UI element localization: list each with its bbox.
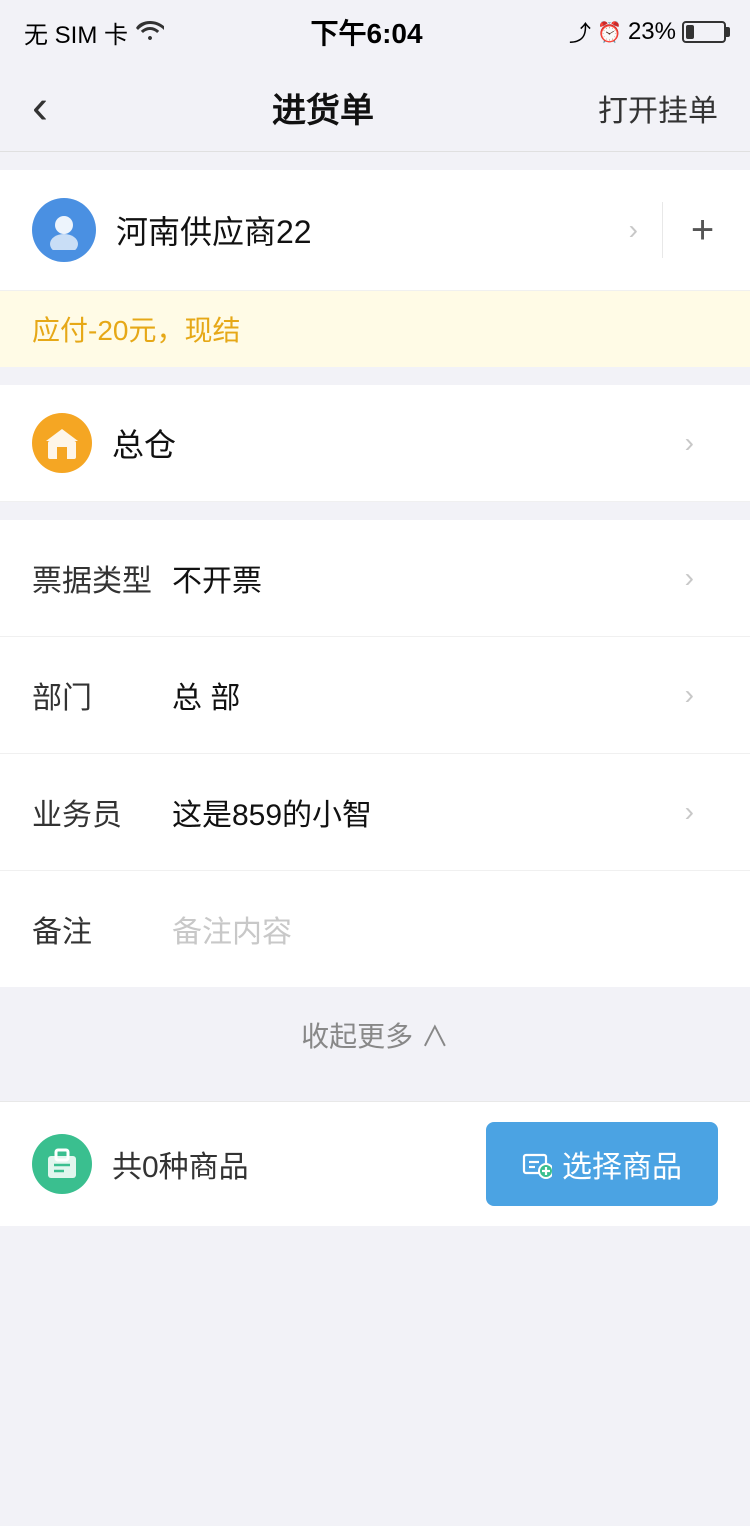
invoice-label: 票据类型	[32, 556, 172, 600]
nav-bar: ‹ 进货单 打开挂单	[0, 64, 750, 152]
supplier-chevron-icon: ›	[629, 214, 638, 246]
collapse-button[interactable]: 收起更多 ∧	[0, 987, 750, 1083]
battery-percent: 23%	[628, 18, 676, 46]
warehouse-icon	[32, 413, 92, 473]
select-product-icon	[522, 1149, 552, 1179]
warehouse-name: 总仓	[112, 420, 685, 466]
sales-label: 业务员	[32, 790, 172, 834]
back-button[interactable]: ‹	[32, 80, 48, 135]
warehouse-chevron-icon: ›	[685, 427, 694, 459]
invoice-value: 不开票	[172, 556, 685, 600]
supplier-avatar	[32, 198, 96, 262]
notice-text: 应付-20元，现结	[32, 315, 240, 346]
supplier-name: 河南供应商22	[116, 207, 629, 253]
select-product-button[interactable]: 选择商品	[486, 1122, 718, 1206]
sales-chevron-icon: ›	[685, 796, 694, 828]
location-icon: ⤴	[569, 16, 591, 48]
notice-banner: 应付-20元，现结	[0, 291, 750, 367]
status-right: ⤴ ⏰ 23%	[569, 16, 726, 48]
status-left: 无 SIM 卡	[24, 15, 164, 50]
section-gap-2	[0, 367, 750, 385]
collapse-label: 收起更多 ∧	[301, 1015, 449, 1055]
add-supplier-button[interactable]: +	[662, 202, 718, 258]
remark-row[interactable]: 备注 备注内容	[0, 871, 750, 987]
invoice-chevron-icon: ›	[685, 562, 694, 594]
alarm-icon: ⏰	[597, 20, 622, 45]
dept-row[interactable]: 部门 总 部 ›	[0, 637, 750, 754]
status-time: 下午6:04	[311, 12, 423, 52]
supplier-row[interactable]: 河南供应商22 › +	[0, 170, 750, 291]
section-gap-4	[0, 1083, 750, 1101]
form-section: 票据类型 不开票 › 部门 总 部 › 业务员 这是859的小智 › 备注 备注…	[0, 520, 750, 987]
select-product-label: 选择商品	[562, 1142, 682, 1186]
product-icon	[32, 1134, 92, 1194]
carrier-label: 无 SIM 卡	[24, 15, 128, 50]
product-count: 共0种商品	[112, 1142, 486, 1186]
dept-label: 部门	[32, 673, 172, 717]
dept-chevron-icon: ›	[685, 679, 694, 711]
bottom-bar: 共0种商品 选择商品	[0, 1101, 750, 1226]
remark-label: 备注	[32, 907, 172, 951]
battery-icon	[682, 21, 726, 43]
sales-value: 这是859的小智	[172, 790, 685, 834]
invoice-row[interactable]: 票据类型 不开票 ›	[0, 520, 750, 637]
open-pending-button[interactable]: 打开挂单	[598, 86, 718, 130]
supplier-section: 河南供应商22 › + 应付-20元，现结	[0, 170, 750, 367]
status-bar: 无 SIM 卡 下午6:04 ⤴ ⏰ 23%	[0, 0, 750, 64]
warehouse-section: 总仓 ›	[0, 385, 750, 502]
page-title: 进货单	[272, 83, 374, 132]
warehouse-row[interactable]: 总仓 ›	[0, 385, 750, 502]
dept-value: 总 部	[172, 673, 685, 717]
remark-placeholder[interactable]: 备注内容	[172, 907, 718, 951]
section-gap-1	[0, 152, 750, 170]
section-gap-3	[0, 502, 750, 520]
wifi-icon	[136, 18, 164, 46]
sales-row[interactable]: 业务员 这是859的小智 ›	[0, 754, 750, 871]
main-content-area	[0, 1226, 750, 1526]
